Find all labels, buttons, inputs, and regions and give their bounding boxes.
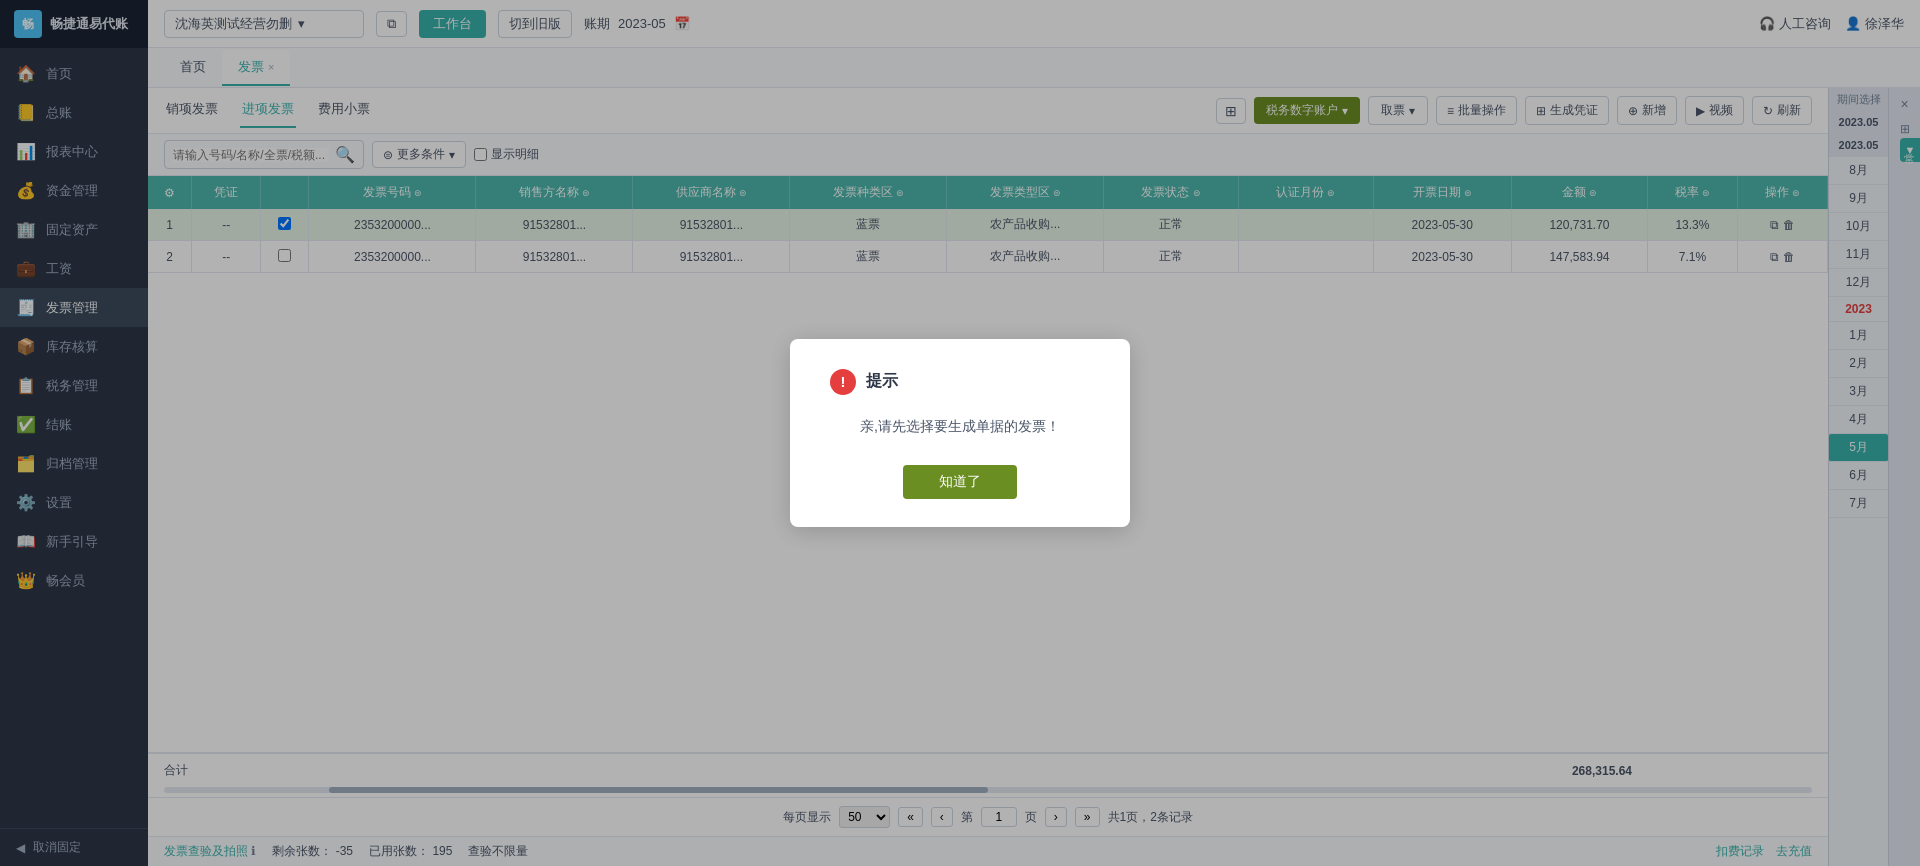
modal-title: 提示: [866, 371, 898, 392]
modal-box: ! 提示 亲,请先选择要生成单据的发票！ 知道了: [790, 339, 1130, 527]
modal-message: 亲,请先选择要生成单据的发票！: [860, 415, 1060, 437]
modal-warning-icon: !: [830, 369, 856, 395]
modal-title-row: ! 提示: [830, 369, 1090, 395]
modal-confirm-button[interactable]: 知道了: [903, 465, 1017, 499]
modal-overlay[interactable]: ! 提示 亲,请先选择要生成单据的发票！ 知道了: [0, 0, 1920, 866]
